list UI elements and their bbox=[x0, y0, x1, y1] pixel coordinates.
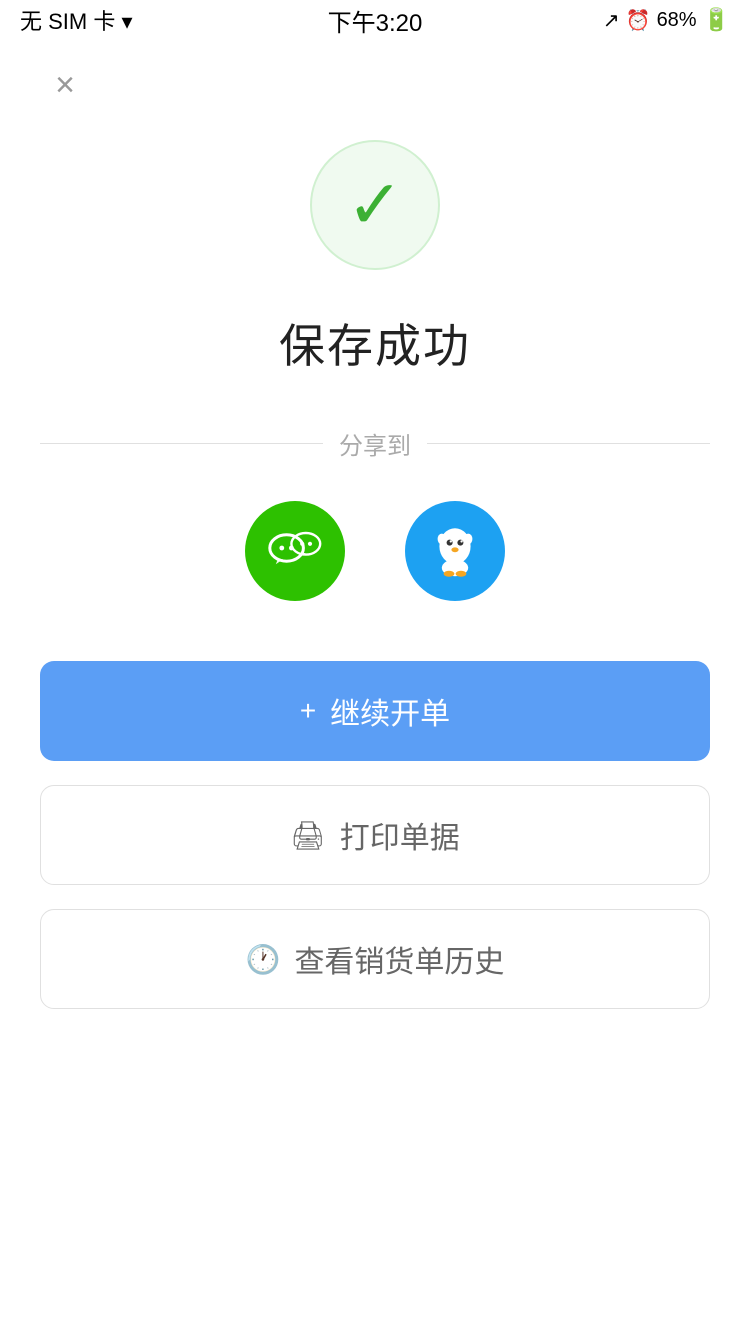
close-icon: × bbox=[55, 68, 75, 102]
status-left: 无 SIM 卡 ▾ bbox=[20, 4, 133, 36]
qq-icon bbox=[425, 521, 485, 581]
history-label: 查看销货单历史 bbox=[294, 937, 504, 981]
sim-label: 无 SIM 卡 ▾ bbox=[20, 4, 133, 36]
history-icon: 🕐 bbox=[246, 943, 281, 976]
share-divider: 分享到 bbox=[40, 426, 710, 461]
plus-icon: + bbox=[300, 695, 316, 727]
status-bar: 无 SIM 卡 ▾ 下午3:20 ↗ ⏰ 68% 🔋 bbox=[0, 0, 750, 40]
print-label: 打印单据 bbox=[340, 813, 460, 857]
print-icon: 🖨 bbox=[290, 819, 326, 852]
battery-label: 68% bbox=[657, 9, 697, 32]
checkmark-icon: ✓ bbox=[347, 171, 404, 239]
share-qq-button[interactable] bbox=[405, 501, 505, 601]
history-button[interactable]: 🕐 查看销货单历史 bbox=[40, 909, 710, 1009]
success-icon-circle: ✓ bbox=[310, 140, 440, 270]
share-row bbox=[245, 501, 505, 601]
print-button[interactable]: 🖨 打印单据 bbox=[40, 785, 710, 885]
status-time: 下午3:20 bbox=[328, 3, 423, 38]
divider-line-right bbox=[427, 443, 710, 444]
continue-label: 继续开单 bbox=[330, 689, 450, 733]
wechat-icon bbox=[265, 521, 325, 581]
alarm-icon: ⏰ bbox=[626, 8, 651, 33]
status-right: ↗ ⏰ 68% 🔋 bbox=[603, 7, 730, 33]
close-button[interactable]: × bbox=[40, 60, 90, 110]
location-icon: ↗ bbox=[603, 8, 620, 33]
divider-line-left bbox=[40, 443, 323, 444]
action-buttons: + 继续开单 🖨 打印单据 🕐 查看销货单历史 bbox=[40, 661, 710, 1009]
battery-icon: 🔋 bbox=[703, 7, 730, 33]
divider-label: 分享到 bbox=[339, 426, 411, 461]
share-wechat-button[interactable] bbox=[245, 501, 345, 601]
success-title: 保存成功 bbox=[279, 310, 471, 376]
main-content: × ✓ 保存成功 分享到 bbox=[0, 40, 750, 1334]
continue-button[interactable]: + 继续开单 bbox=[40, 661, 710, 761]
